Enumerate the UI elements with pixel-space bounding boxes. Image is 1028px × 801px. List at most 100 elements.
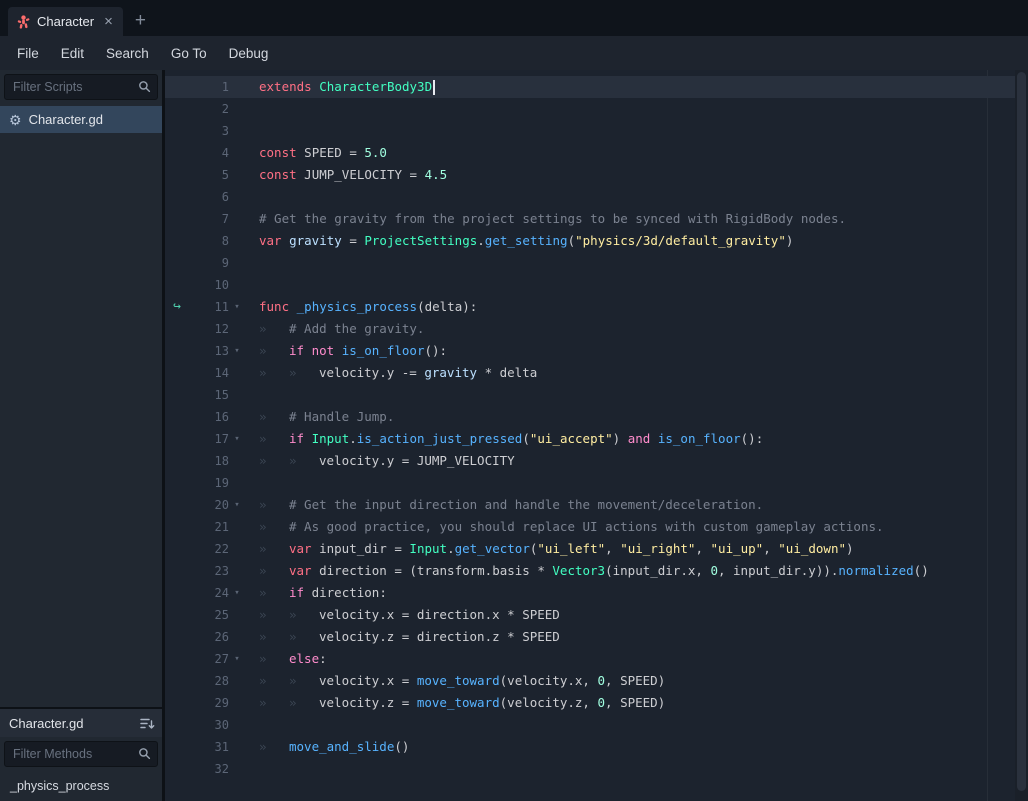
fold-chevron-icon[interactable]: ▾: [229, 582, 245, 604]
fold-chevron-icon[interactable]: ▾: [229, 296, 245, 318]
filter-methods-input[interactable]: [4, 741, 158, 767]
line-number[interactable]: 32: [189, 758, 229, 780]
sort-methods-button[interactable]: [132, 709, 162, 737]
code-line-15[interactable]: 15: [165, 384, 1028, 406]
tab-character[interactable]: Character ×: [8, 7, 123, 36]
line-number[interactable]: 21: [189, 516, 229, 538]
code-text: »if Input.is_action_just_pressed("ui_acc…: [245, 428, 763, 450]
line-number[interactable]: 27: [189, 648, 229, 670]
code-line-30[interactable]: 30: [165, 714, 1028, 736]
code-line-26[interactable]: 26»»velocity.z = direction.z * SPEED: [165, 626, 1028, 648]
code-line-12[interactable]: 12 »# Add the gravity.: [165, 318, 1028, 340]
line-number[interactable]: 13: [189, 340, 229, 362]
fold-chevron-icon[interactable]: ▾: [229, 494, 245, 516]
line-number[interactable]: 3: [189, 120, 229, 142]
line-number[interactable]: 9: [189, 252, 229, 274]
code-line-28[interactable]: 28»»velocity.x = move_toward(velocity.x,…: [165, 670, 1028, 692]
code-line-24[interactable]: 24▾»if direction:: [165, 582, 1028, 604]
code-line-29[interactable]: 29»»velocity.z = move_toward(velocity.z,…: [165, 692, 1028, 714]
line-number[interactable]: 12: [189, 318, 229, 340]
line-number[interactable]: 18: [189, 450, 229, 472]
code-line-19[interactable]: 19: [165, 472, 1028, 494]
menu-go-to[interactable]: Go To: [160, 36, 218, 70]
code-line-6[interactable]: 6: [165, 186, 1028, 208]
code-line-8[interactable]: 8var gravity = ProjectSettings.get_setti…: [165, 230, 1028, 252]
code-line-21[interactable]: 21»# As good practice, you should replac…: [165, 516, 1028, 538]
line-number[interactable]: 19: [189, 472, 229, 494]
line-number[interactable]: 28: [189, 670, 229, 692]
line-number[interactable]: 20: [189, 494, 229, 516]
fold-chevron-icon[interactable]: ▾: [229, 340, 245, 362]
code-line-4[interactable]: 4const SPEED = 5.0: [165, 142, 1028, 164]
tab-close-icon[interactable]: ×: [104, 14, 113, 29]
code-line-9[interactable]: 9: [165, 252, 1028, 274]
fold-gutter: [229, 252, 245, 274]
line-number[interactable]: 29: [189, 692, 229, 714]
line-number[interactable]: 6: [189, 186, 229, 208]
filter-scripts-input[interactable]: [4, 74, 158, 100]
tab-label: Character: [37, 14, 94, 29]
code-line-32[interactable]: 32: [165, 758, 1028, 780]
line-number[interactable]: 11: [189, 296, 229, 318]
code-line-22[interactable]: 22»var input_dir = Input.get_vector("ui_…: [165, 538, 1028, 560]
code-line-2[interactable]: 2: [165, 98, 1028, 120]
code-line-1[interactable]: 1extends CharacterBody3D: [165, 76, 1028, 98]
code-line-5[interactable]: 5const JUMP_VELOCITY = 4.5: [165, 164, 1028, 186]
code-text: [245, 252, 259, 274]
fold-gutter: [229, 604, 245, 626]
line-number[interactable]: 8: [189, 230, 229, 252]
gutter-spacer: [165, 318, 189, 340]
line-number[interactable]: 16: [189, 406, 229, 428]
fold-gutter: [229, 274, 245, 296]
code-line-20[interactable]: 20▾»# Get the input direction and handle…: [165, 494, 1028, 516]
line-number[interactable]: 2: [189, 98, 229, 120]
editor-scrollbar[interactable]: [1015, 70, 1028, 801]
code-line-27[interactable]: 27▾»else:: [165, 648, 1028, 670]
fold-chevron-icon[interactable]: ▾: [229, 428, 245, 450]
token-txt: velocity.y = JUMP_VELOCITY: [319, 453, 515, 468]
code-line-23[interactable]: 23»var direction = (transform.basis * Ve…: [165, 560, 1028, 582]
line-number[interactable]: 14: [189, 362, 229, 384]
code-line-16[interactable]: 16»# Handle Jump.: [165, 406, 1028, 428]
menu-search[interactable]: Search: [95, 36, 160, 70]
code-line-10[interactable]: 10: [165, 274, 1028, 296]
line-number[interactable]: 26: [189, 626, 229, 648]
code-line-3[interactable]: 3: [165, 120, 1028, 142]
line-number[interactable]: 7: [189, 208, 229, 230]
menu-edit[interactable]: Edit: [50, 36, 95, 70]
method-item[interactable]: _physics_process: [0, 773, 162, 799]
code-line-18[interactable]: 18»»velocity.y = JUMP_VELOCITY: [165, 450, 1028, 472]
code-line-25[interactable]: 25»»velocity.x = direction.x * SPEED: [165, 604, 1028, 626]
line-number[interactable]: 24: [189, 582, 229, 604]
line-number[interactable]: 23: [189, 560, 229, 582]
code-line-11[interactable]: ↪11▾func _physics_process(delta):: [165, 296, 1028, 318]
code-line-13[interactable]: 13▾»if not is_on_floor():: [165, 340, 1028, 362]
line-number[interactable]: 30: [189, 714, 229, 736]
code-line-14[interactable]: 14»»velocity.y -= gravity * delta: [165, 362, 1028, 384]
line-number[interactable]: 25: [189, 604, 229, 626]
token-type: Input: [409, 541, 447, 556]
line-number[interactable]: 1: [189, 76, 229, 98]
fold-chevron-icon[interactable]: ▾: [229, 648, 245, 670]
line-number[interactable]: 10: [189, 274, 229, 296]
menu-file[interactable]: File: [6, 36, 50, 70]
scrollbar-thumb[interactable]: [1017, 72, 1026, 791]
search-icon: [138, 80, 151, 98]
line-number[interactable]: 15: [189, 384, 229, 406]
line-number[interactable]: 31: [189, 736, 229, 758]
token-cmt: # Get the input direction and handle the…: [289, 497, 763, 512]
code-editor[interactable]: 1extends CharacterBody3D234const SPEED =…: [165, 70, 1028, 801]
code-text: »# Add the gravity.: [245, 318, 424, 340]
line-number[interactable]: 22: [189, 538, 229, 560]
tab-indent-marker: »: [259, 450, 289, 472]
code-line-7[interactable]: 7# Get the gravity from the project sett…: [165, 208, 1028, 230]
new-tab-button[interactable]: +: [135, 11, 146, 30]
line-number[interactable]: 5: [189, 164, 229, 186]
line-number[interactable]: 17: [189, 428, 229, 450]
code-line-31[interactable]: 31»move_and_slide(): [165, 736, 1028, 758]
line-number[interactable]: 4: [189, 142, 229, 164]
menu-debug[interactable]: Debug: [218, 36, 280, 70]
token-kw: extends: [259, 79, 312, 94]
code-line-17[interactable]: 17▾»if Input.is_action_just_pressed("ui_…: [165, 428, 1028, 450]
script-item[interactable]: ⚙Character.gd: [0, 106, 162, 133]
